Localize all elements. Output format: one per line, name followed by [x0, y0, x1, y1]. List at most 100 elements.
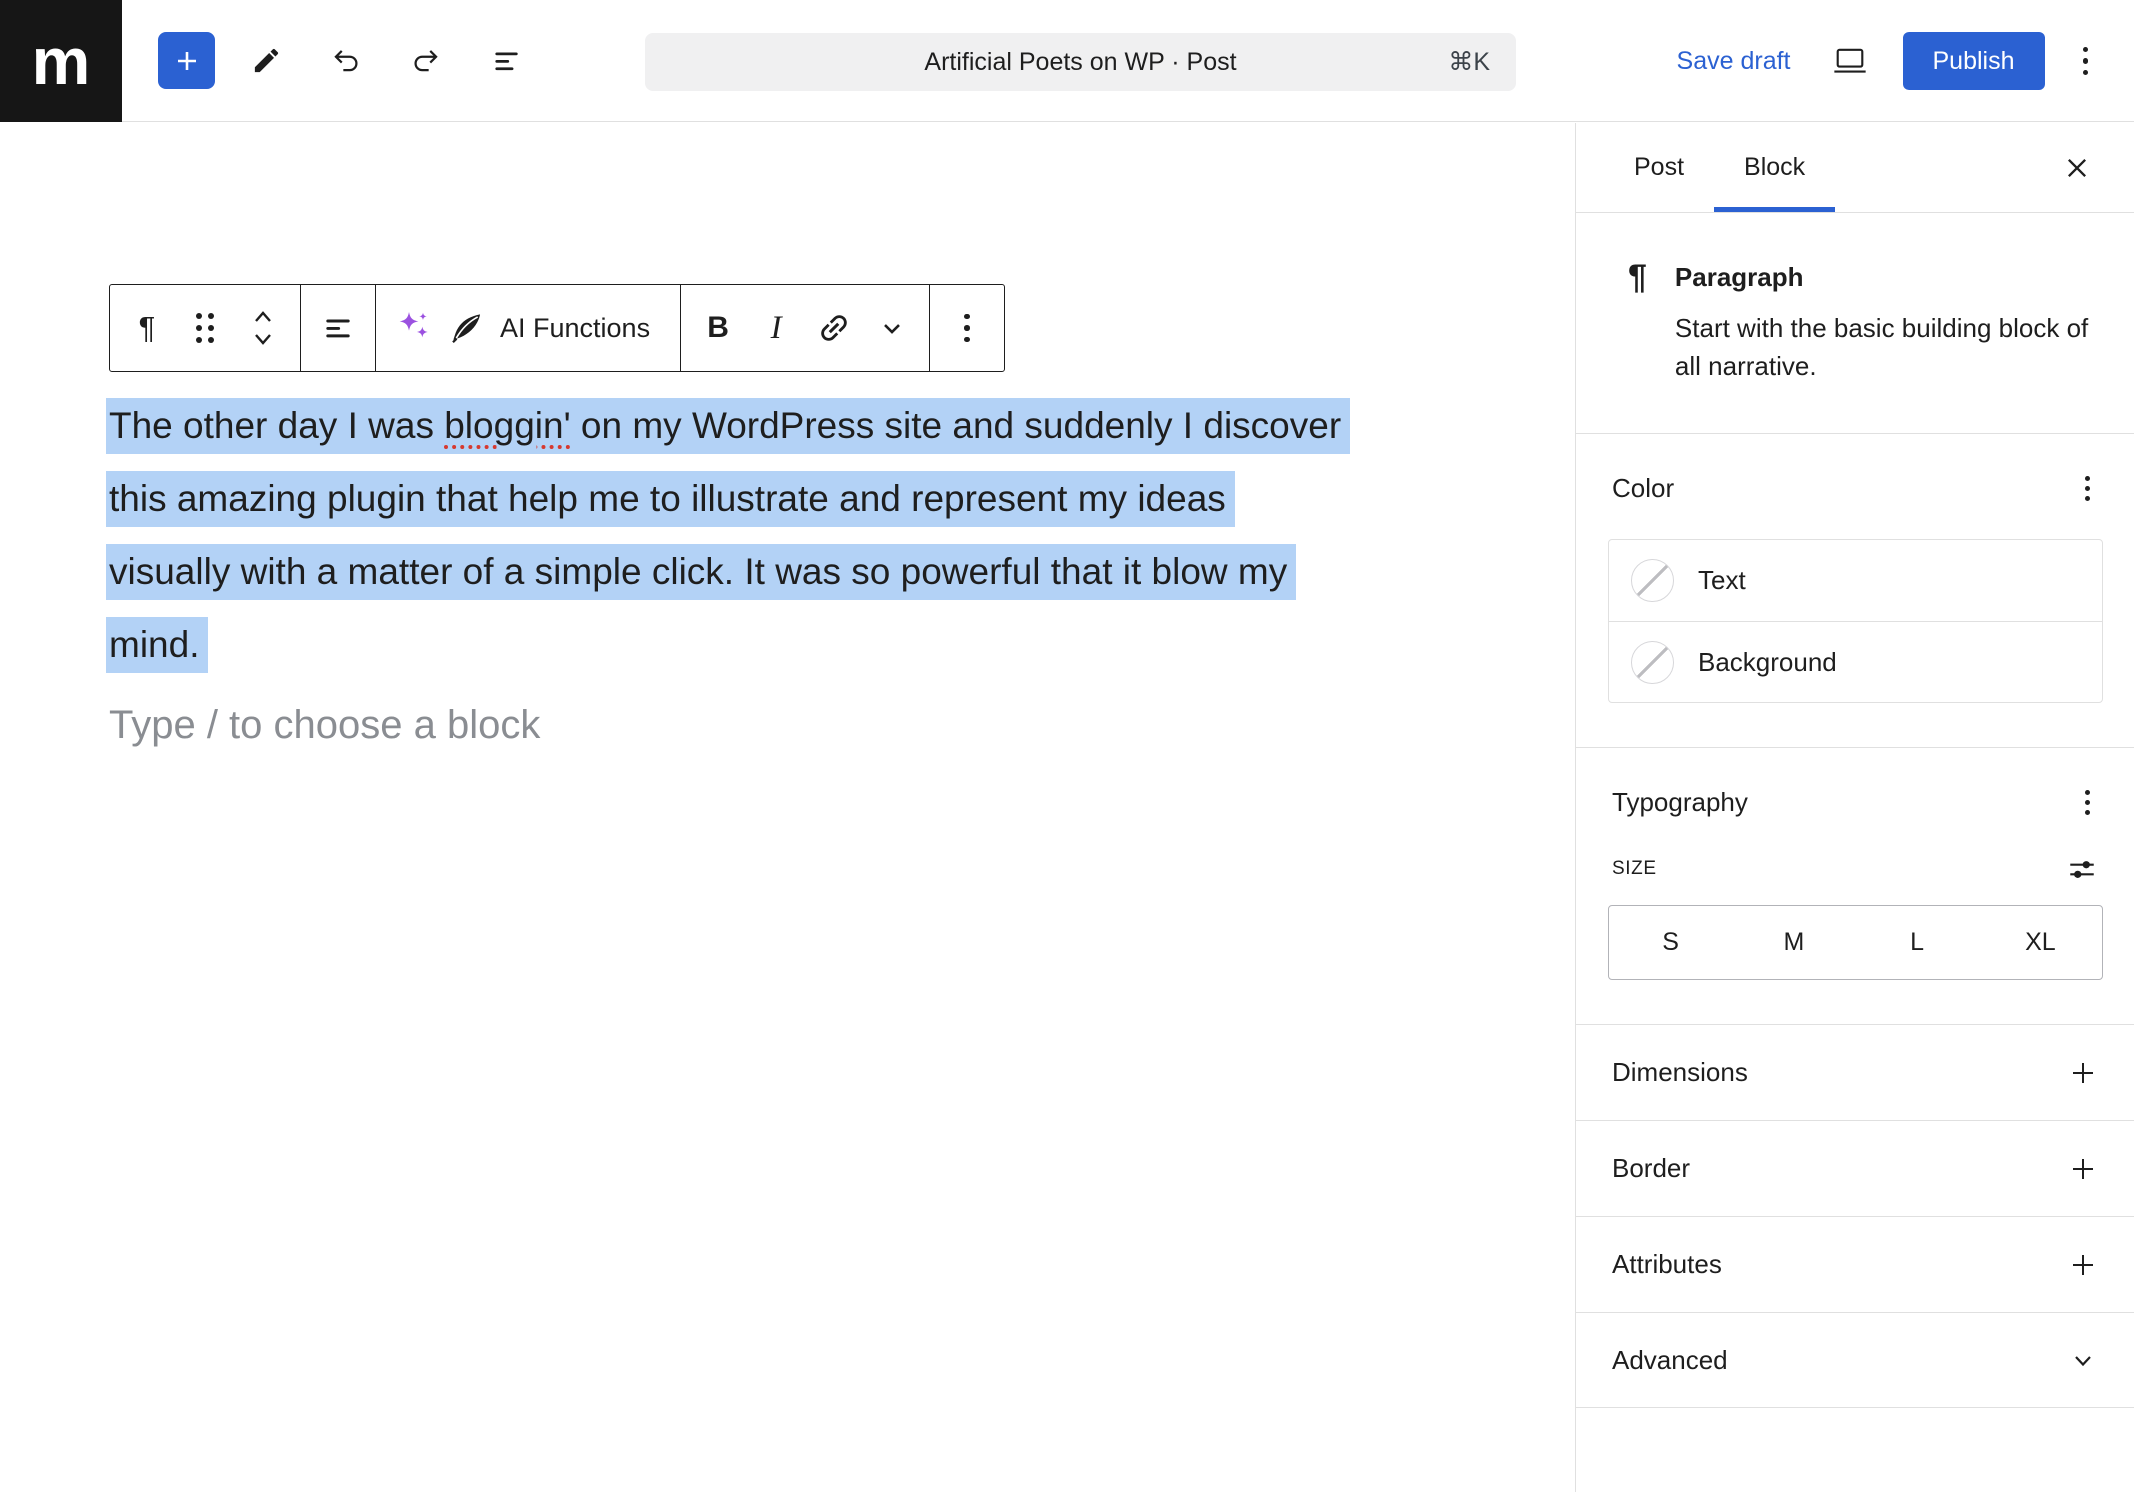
block-card-description: Start with the basic building block of a… — [1674, 313, 2089, 381]
paragraph-line: mind. — [106, 608, 1569, 681]
paragraph-line: this amazing plugin that help me to illu… — [106, 462, 1569, 535]
ai-sparkle-button[interactable] — [384, 286, 442, 371]
background-color-label: Background — [1698, 646, 1837, 677]
plus-icon — [2068, 1154, 2098, 1184]
misspelled-word: bloggin' — [444, 405, 571, 446]
redo-icon — [409, 44, 443, 78]
block-type-button[interactable]: ¶ — [118, 286, 176, 371]
paragraph-icon: ¶ — [138, 310, 156, 345]
plus-icon — [2068, 1250, 2098, 1280]
plus-icon — [2068, 1058, 2098, 1088]
tab-post[interactable]: Post — [1604, 123, 1714, 212]
no-color-swatch — [1631, 640, 1674, 684]
redo-button[interactable] — [397, 32, 455, 90]
paragraph-text: The other day I was — [109, 405, 445, 446]
preview-button[interactable] — [1831, 44, 1869, 78]
document-title: Artificial Poets on WP · Post — [924, 48, 1237, 76]
panel-dimensions[interactable]: Dimensions — [1576, 1024, 2134, 1120]
panel-attributes[interactable]: Attributes — [1576, 1216, 2134, 1312]
typography-section-header: Typography — [1576, 748, 2134, 823]
font-size-segmented-control: S M L XL — [1608, 905, 2103, 980]
align-left-icon — [321, 311, 355, 345]
laptop-icon — [1831, 44, 1869, 78]
kebab-icon — [954, 304, 980, 353]
options-menu-button[interactable] — [2073, 37, 2099, 86]
typography-options-button[interactable] — [2077, 782, 2098, 823]
kebab-dot — [2082, 58, 2088, 64]
typography-section-title: Typography — [1612, 787, 1748, 817]
move-up-down-icon — [248, 300, 278, 356]
italic-button[interactable]: I — [747, 286, 805, 371]
paragraph-line: The other day I was bloggin' on my WordP… — [106, 389, 1569, 462]
undo-icon — [329, 44, 363, 78]
block-toolbar-group-format: B I — [681, 285, 931, 371]
settings-sidebar: Post Block ¶ Paragraph Start with the ba… — [1575, 123, 2134, 1492]
font-size-xlarge[interactable]: XL — [1979, 906, 2102, 979]
tab-block[interactable]: Block — [1714, 123, 1835, 212]
sidebar-tabs: Post Block — [1576, 123, 2134, 213]
paragraph-text: this amazing plugin that help me to illu… — [106, 471, 1235, 527]
plus-icon — [171, 45, 203, 77]
size-settings-button[interactable] — [2066, 853, 2098, 885]
font-size-medium[interactable]: M — [1732, 906, 1855, 979]
color-section-title: Color — [1612, 473, 1675, 503]
edit-mode-button[interactable] — [237, 32, 295, 90]
site-logo[interactable]: m — [0, 0, 122, 122]
ai-functions-button[interactable]: AI Functions — [442, 286, 672, 371]
block-toolbar-group-main: ¶ — [110, 285, 301, 371]
sparkles-icon — [393, 308, 433, 348]
block-card: ¶ Paragraph Start with the basic buildin… — [1576, 213, 2134, 433]
close-sidebar-button[interactable] — [2050, 123, 2104, 213]
color-options-button[interactable] — [2077, 468, 2098, 509]
block-toolbar: ¶ AI Functions B I — [109, 284, 1006, 372]
quill-icon — [448, 309, 486, 347]
panel-border[interactable]: Border — [1576, 1120, 2134, 1216]
size-label: SIZE — [1612, 858, 1657, 879]
save-draft-button[interactable]: Save draft — [1677, 47, 1791, 76]
bold-button[interactable]: B — [689, 286, 747, 371]
panel-advanced[interactable]: Advanced — [1576, 1312, 2134, 1408]
no-color-swatch — [1631, 559, 1674, 602]
list-view-icon — [489, 44, 523, 78]
font-size-large[interactable]: L — [1856, 906, 1979, 979]
more-formats-button[interactable] — [863, 286, 921, 371]
background-color-control[interactable]: Background — [1609, 621, 2102, 702]
block-card-title: Paragraph — [1674, 262, 1804, 292]
block-card-text: Paragraph Start with the basic building … — [1675, 257, 2105, 385]
chevron-down-icon — [878, 314, 906, 342]
typography-section: Typography SIZE S M L XL — [1576, 747, 2134, 980]
undo-button[interactable] — [317, 32, 375, 90]
align-button[interactable] — [309, 286, 367, 371]
publish-button[interactable]: Publish — [1902, 32, 2045, 90]
drag-handle[interactable] — [176, 286, 234, 371]
block-mover[interactable] — [234, 286, 292, 371]
paragraph-text: mind. — [106, 617, 209, 673]
header-actions: Save draft Publish — [1677, 0, 2098, 122]
link-button[interactable] — [805, 286, 863, 371]
link-icon — [816, 310, 852, 346]
italic-icon: I — [770, 309, 782, 346]
panel-border-label: Border — [1612, 1153, 1691, 1183]
kebab-dot — [2082, 46, 2088, 53]
drag-dots-icon — [196, 313, 214, 343]
bold-icon: B — [707, 311, 729, 344]
block-toolbar-group-ai: AI Functions — [376, 285, 682, 371]
ai-functions-label: AI Functions — [500, 312, 651, 343]
color-section: Color Text Background — [1576, 433, 2134, 703]
kebab-dot — [2082, 69, 2088, 76]
panel-attributes-label: Attributes — [1612, 1249, 1722, 1279]
text-color-label: Text — [1698, 565, 1746, 595]
paragraph-block[interactable]: The other day I was bloggin' on my WordP… — [106, 389, 1569, 681]
sliders-icon — [2066, 853, 2098, 885]
command-shortcut-hint: ⌘K — [1448, 48, 1490, 76]
command-search-bar[interactable]: Artificial Poets on WP · Post ⌘K — [645, 33, 1516, 91]
block-options-button[interactable] — [938, 286, 996, 371]
text-color-control[interactable]: Text — [1609, 540, 2102, 621]
font-size-small[interactable]: S — [1609, 906, 1732, 979]
block-appender[interactable]: Type / to choose a block — [109, 703, 540, 748]
close-icon — [2063, 154, 2091, 182]
document-overview-button[interactable] — [477, 32, 535, 90]
block-inserter-button[interactable] — [158, 32, 215, 89]
panel-dimensions-label: Dimensions — [1612, 1057, 1748, 1087]
block-toolbar-group-options — [930, 285, 1004, 371]
